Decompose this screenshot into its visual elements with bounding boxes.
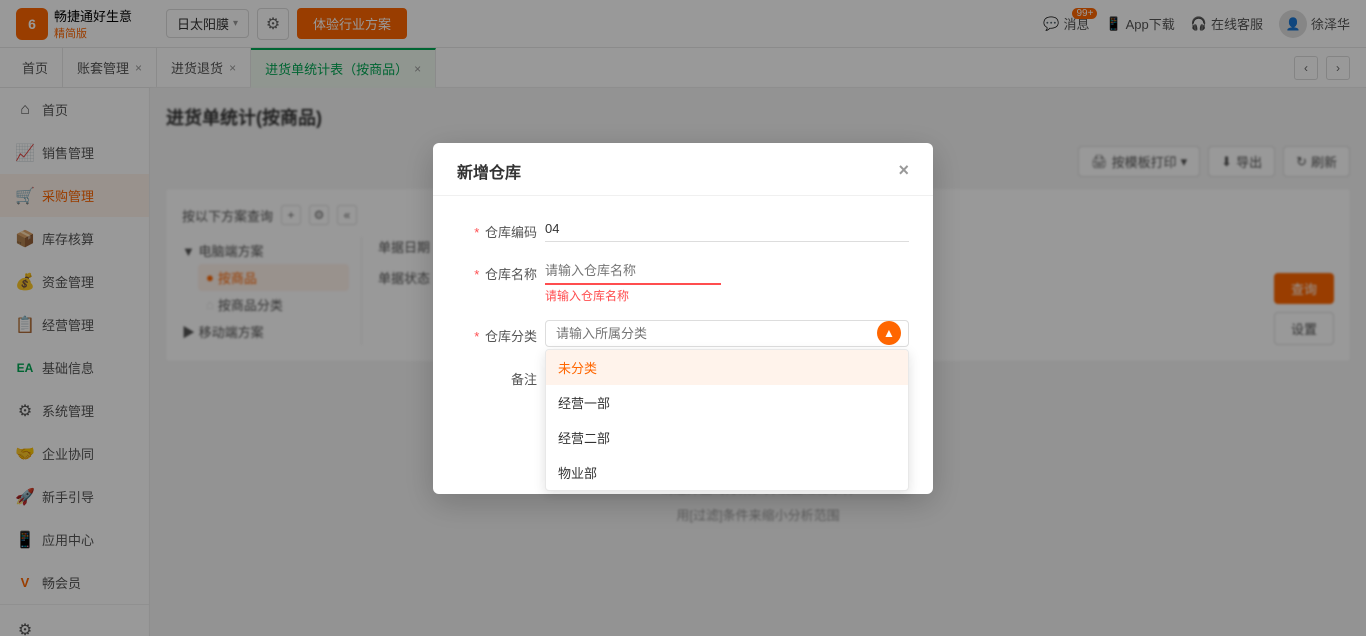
warehouse-category-arrow[interactable]: ▲ (877, 321, 901, 345)
modal-dialog: 新增仓库 × * 仓库编码 * 仓库名称 (433, 143, 933, 494)
dropdown-item-dept2[interactable]: 经营二部 (546, 420, 908, 455)
warehouse-category-row: * 仓库分类 ▲ 未分类 经营一部 经营二部 (457, 320, 909, 347)
dropdown-item-uncategorized[interactable]: 未分类 (546, 350, 908, 385)
warehouse-category-select-wrap: ▲ 未分类 经营一部 经营二部 物业部 (545, 320, 909, 347)
warehouse-code-label-text: 仓库编码 (485, 225, 537, 240)
warehouse-name-label-text: 仓库名称 (485, 267, 537, 282)
warehouse-name-inner: * 仓库名称 请输入仓库名称 (457, 258, 721, 304)
warehouse-name-wrap: 请输入仓库名称 (545, 258, 721, 304)
dropdown-item-dept2-label: 经营二部 (558, 431, 610, 446)
remark-label-text: 备注 (511, 372, 537, 387)
modal-header: 新增仓库 × (433, 143, 933, 196)
warehouse-name-input[interactable] (545, 258, 721, 285)
dropdown-item-dept1-label: 经营一部 (558, 396, 610, 411)
required-star: * (474, 225, 479, 240)
warehouse-category-label-text: 仓库分类 (485, 329, 537, 344)
warehouse-category-label: * 仓库分类 (457, 320, 537, 345)
warehouse-category-input[interactable] (545, 320, 909, 347)
dropdown-item-uncategorized-label: 未分类 (558, 361, 597, 376)
warehouse-name-error: 请输入仓库名称 (545, 287, 721, 304)
warehouse-name-row: * 仓库名称 请输入仓库名称 (457, 258, 909, 304)
remark-label: 备注 (457, 363, 537, 388)
modal-title: 新增仓库 (457, 159, 521, 183)
required-star-3: * (474, 329, 479, 344)
warehouse-name-label: * 仓库名称 (457, 258, 537, 283)
modal-body: * 仓库编码 * 仓库名称 请输入仓库名称 (433, 196, 933, 407)
modal-overlay[interactable]: 新增仓库 × * 仓库编码 * 仓库名称 (0, 0, 1366, 636)
warehouse-code-label: * 仓库编码 (457, 216, 537, 241)
warehouse-code-row: * 仓库编码 (457, 216, 909, 242)
required-star-2: * (474, 267, 479, 282)
dropdown-item-property[interactable]: 物业部 (546, 455, 908, 490)
warehouse-code-input[interactable] (545, 216, 909, 242)
dropdown-item-dept1[interactable]: 经营一部 (546, 385, 908, 420)
modal-close-button[interactable]: × (898, 160, 909, 181)
dropdown-item-property-label: 物业部 (558, 466, 597, 481)
category-dropdown: 未分类 经营一部 经营二部 物业部 (545, 349, 909, 491)
